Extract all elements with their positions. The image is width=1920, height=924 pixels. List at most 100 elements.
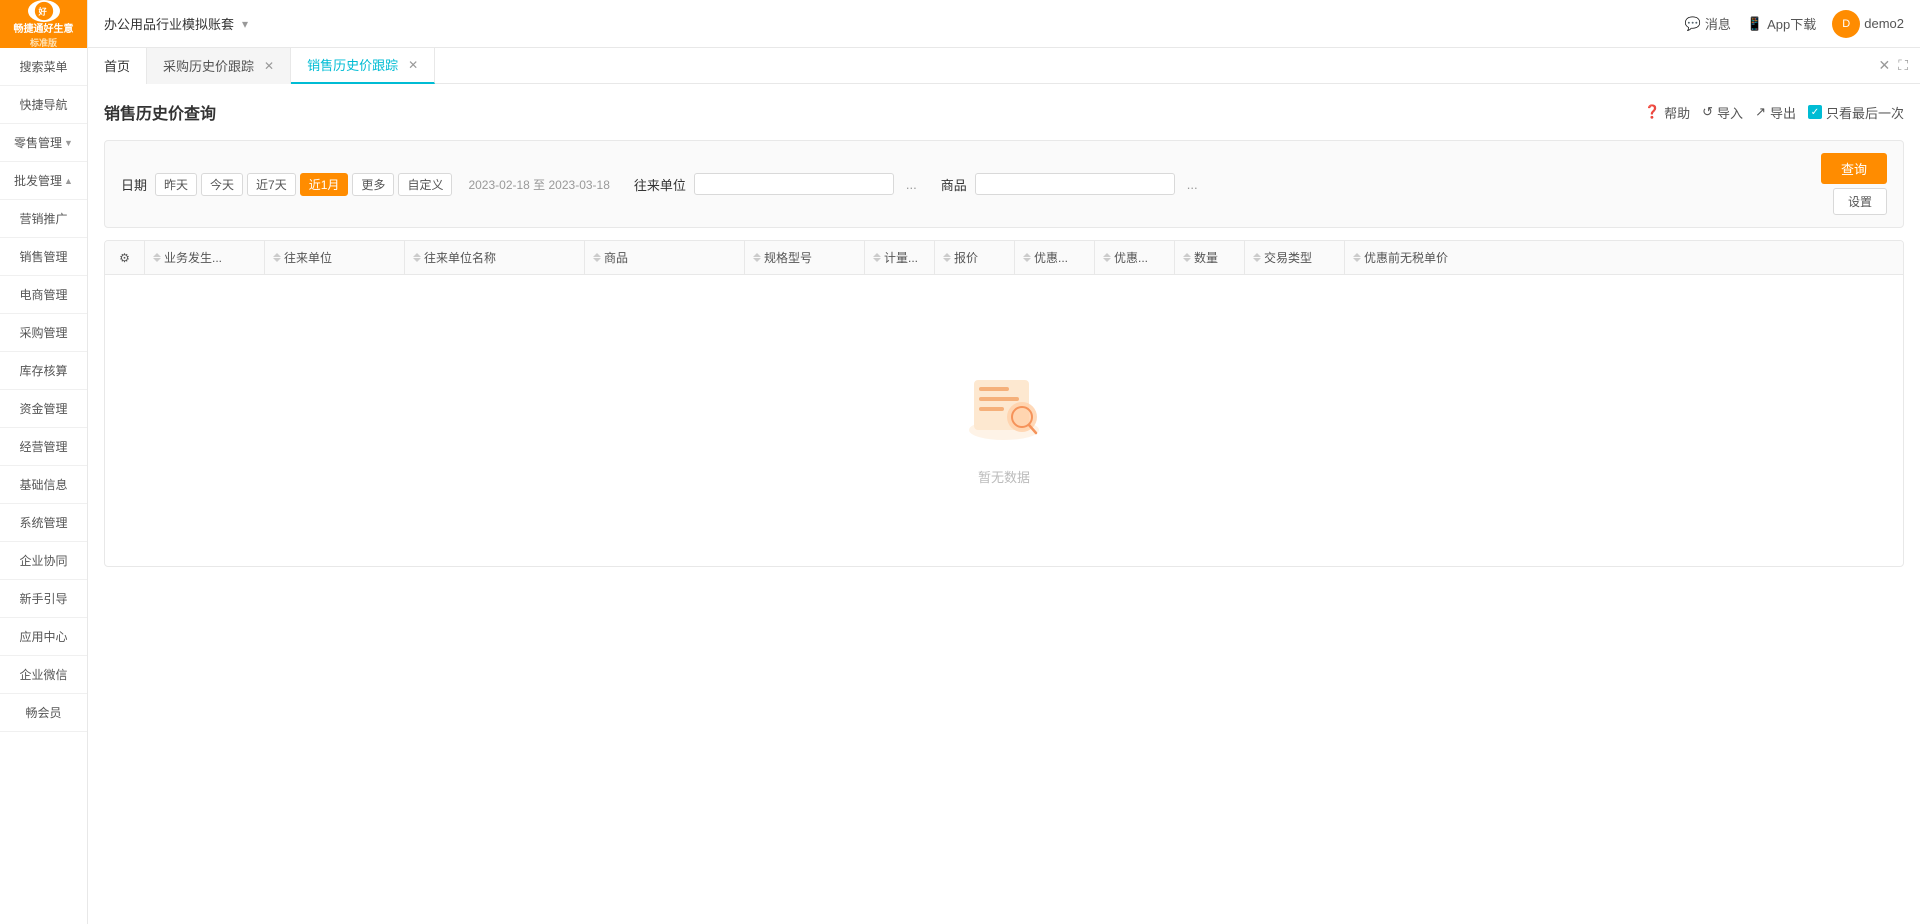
sidebar-item-apps[interactable]: 应用中心: [0, 618, 87, 656]
partner-filter: 往来单位 ...: [634, 173, 917, 195]
help-icon: ❓: [1644, 104, 1660, 120]
sidebar-item-wechat[interactable]: 企业微信: [0, 656, 87, 694]
sidebar-item-vip[interactable]: 畅会员: [0, 694, 87, 732]
only-last-checkbox[interactable]: ✓: [1808, 105, 1822, 119]
help-btn[interactable]: ❓ 帮助: [1644, 103, 1690, 122]
sidebar-item-purchase-label: 采购管理: [19, 326, 67, 340]
empty-state: 暂无数据: [105, 275, 1903, 566]
download-icon: 📱: [1747, 16, 1763, 32]
sort-unit-measure-icon: [873, 253, 881, 262]
sidebar-item-operations-label: 经营管理: [19, 440, 67, 454]
date-filter: 日期 昨天 今天 近7天 近1月 更多 自定义 2023-02-18 至 202…: [121, 173, 610, 196]
app-download-btn[interactable]: 📱 App下载: [1747, 14, 1816, 33]
tab-expand-icon[interactable]: ⛶: [1898, 57, 1908, 74]
sidebar-item-marketing[interactable]: 营销推广: [0, 200, 87, 238]
sidebar-item-inventory[interactable]: 库存核算: [0, 352, 87, 390]
sidebar: 好 畅捷通好生意 标准版 搜索菜单 快捷导航 零售管理 ▼ 批发管理 ▲ 营销推…: [0, 0, 88, 924]
sidebar-item-wholesale-label: 批发管理: [14, 172, 62, 189]
product-input[interactable]: [975, 173, 1175, 195]
sidebar-item-guide[interactable]: 新手引导: [0, 580, 87, 618]
th-product-label: 商品: [604, 249, 628, 266]
date-btn-1month[interactable]: 近1月: [300, 173, 349, 196]
topbar-left: 办公用品行业模拟账套 ▾: [104, 14, 248, 33]
th-price-label: 报价: [954, 249, 978, 266]
th-unit-name[interactable]: 往来单位名称: [405, 241, 585, 274]
user-area[interactable]: D demo2: [1832, 10, 1904, 38]
sidebar-item-finance-label: 资金管理: [19, 402, 67, 416]
table-header: ⚙ 业务发生... 往来单位 往来单位名称 商品: [105, 241, 1903, 275]
sidebar-item-search[interactable]: 搜索菜单: [0, 48, 87, 86]
tab-purchase-label: 采购历史价跟踪: [163, 56, 254, 75]
export-icon: ↗: [1755, 104, 1766, 120]
sidebar-item-retail[interactable]: 零售管理 ▼: [0, 124, 87, 162]
th-notax[interactable]: 优惠前无税单价: [1345, 241, 1903, 274]
only-last-toggle[interactable]: ✓ 只看最后一次: [1808, 103, 1904, 122]
th-discount1[interactable]: 优惠...: [1015, 241, 1095, 274]
page-title: 销售历史价查询: [104, 100, 216, 124]
tab-home-label: 首页: [104, 56, 130, 75]
sidebar-item-purchase[interactable]: 采购管理: [0, 314, 87, 352]
th-product[interactable]: 商品: [585, 241, 745, 274]
sidebar-item-guide-label: 新手引导: [19, 592, 67, 606]
product-dots[interactable]: ...: [1187, 177, 1198, 192]
tab-minimize-icon[interactable]: ✕: [1878, 57, 1890, 74]
partner-input[interactable]: [694, 173, 894, 195]
th-price[interactable]: 报价: [935, 241, 1015, 274]
th-qty-label: 数量: [1194, 249, 1218, 266]
tab-sales[interactable]: 销售历史价跟踪 ✕: [291, 48, 435, 84]
import-label: 导入: [1717, 103, 1743, 122]
date-btn-today[interactable]: 今天: [201, 173, 243, 196]
sidebar-item-base[interactable]: 基础信息: [0, 466, 87, 504]
date-btn-custom[interactable]: 自定义: [398, 173, 452, 196]
th-trade-type[interactable]: 交易类型: [1245, 241, 1345, 274]
svg-text:好: 好: [37, 6, 47, 16]
th-discount2[interactable]: 优惠...: [1095, 241, 1175, 274]
tab-home[interactable]: 首页: [88, 48, 147, 84]
sidebar-item-operations[interactable]: 经营管理: [0, 428, 87, 466]
partner-dots[interactable]: ...: [906, 177, 917, 192]
query-button[interactable]: 查询: [1821, 153, 1887, 184]
wholesale-arrow-icon: ▲: [64, 176, 73, 186]
sidebar-item-quick-label: 快捷导航: [19, 98, 67, 112]
import-btn[interactable]: ↺ 导入: [1702, 103, 1743, 122]
tab-sales-close[interactable]: ✕: [408, 58, 418, 72]
sort-discount2-icon: [1103, 253, 1111, 262]
th-unit-label: 往来单位: [284, 249, 332, 266]
sort-trade-icon: [1253, 253, 1261, 262]
message-btn[interactable]: 💬 消息: [1685, 14, 1731, 33]
logo[interactable]: 好 畅捷通好生意 标准版: [0, 0, 87, 48]
tab-purchase[interactable]: 采购历史价跟踪 ✕: [147, 48, 291, 84]
date-btn-yesterday[interactable]: 昨天: [155, 173, 197, 196]
sidebar-item-ecommerce[interactable]: 电商管理: [0, 276, 87, 314]
th-unit-measure-label: 计量...: [884, 249, 918, 266]
sort-date-icon: [153, 253, 161, 262]
th-unit-measure[interactable]: 计量...: [865, 241, 935, 274]
topbar-dropdown-icon[interactable]: ▾: [242, 17, 248, 31]
avatar: D: [1832, 10, 1860, 38]
sidebar-item-system[interactable]: 系统管理: [0, 504, 87, 542]
filter-row: 日期 昨天 今天 近7天 近1月 更多 自定义 2023-02-18 至 202…: [121, 153, 1887, 215]
date-btn-more[interactable]: 更多: [352, 173, 394, 196]
sidebar-item-cooperation-label: 企业协同: [19, 554, 67, 568]
th-spec[interactable]: 规格型号: [745, 241, 865, 274]
sidebar-item-sales-mgmt[interactable]: 销售管理: [0, 238, 87, 276]
export-label: 导出: [1770, 103, 1796, 122]
export-btn[interactable]: ↗ 导出: [1755, 103, 1796, 122]
sidebar-item-cooperation[interactable]: 企业协同: [0, 542, 87, 580]
th-qty[interactable]: 数量: [1175, 241, 1245, 274]
sidebar-item-retail-label: 零售管理: [14, 134, 62, 151]
th-unit-code[interactable]: 往来单位: [265, 241, 405, 274]
sort-spec-icon: [753, 253, 761, 262]
sidebar-item-finance[interactable]: 资金管理: [0, 390, 87, 428]
logo-icon: 好: [28, 0, 60, 22]
sidebar-item-vip-label: 畅会员: [25, 706, 61, 720]
settings-button[interactable]: 设置: [1833, 188, 1887, 215]
th-date[interactable]: 业务发生...: [145, 241, 265, 274]
sort-qty-icon: [1183, 253, 1191, 262]
sidebar-item-quick[interactable]: 快捷导航: [0, 86, 87, 124]
date-btn-7days[interactable]: 近7天: [247, 173, 296, 196]
th-gear[interactable]: ⚙: [105, 241, 145, 274]
sidebar-item-wholesale[interactable]: 批发管理 ▲: [0, 162, 87, 200]
tab-purchase-close[interactable]: ✕: [264, 59, 274, 73]
product-label: 商品: [941, 175, 967, 194]
